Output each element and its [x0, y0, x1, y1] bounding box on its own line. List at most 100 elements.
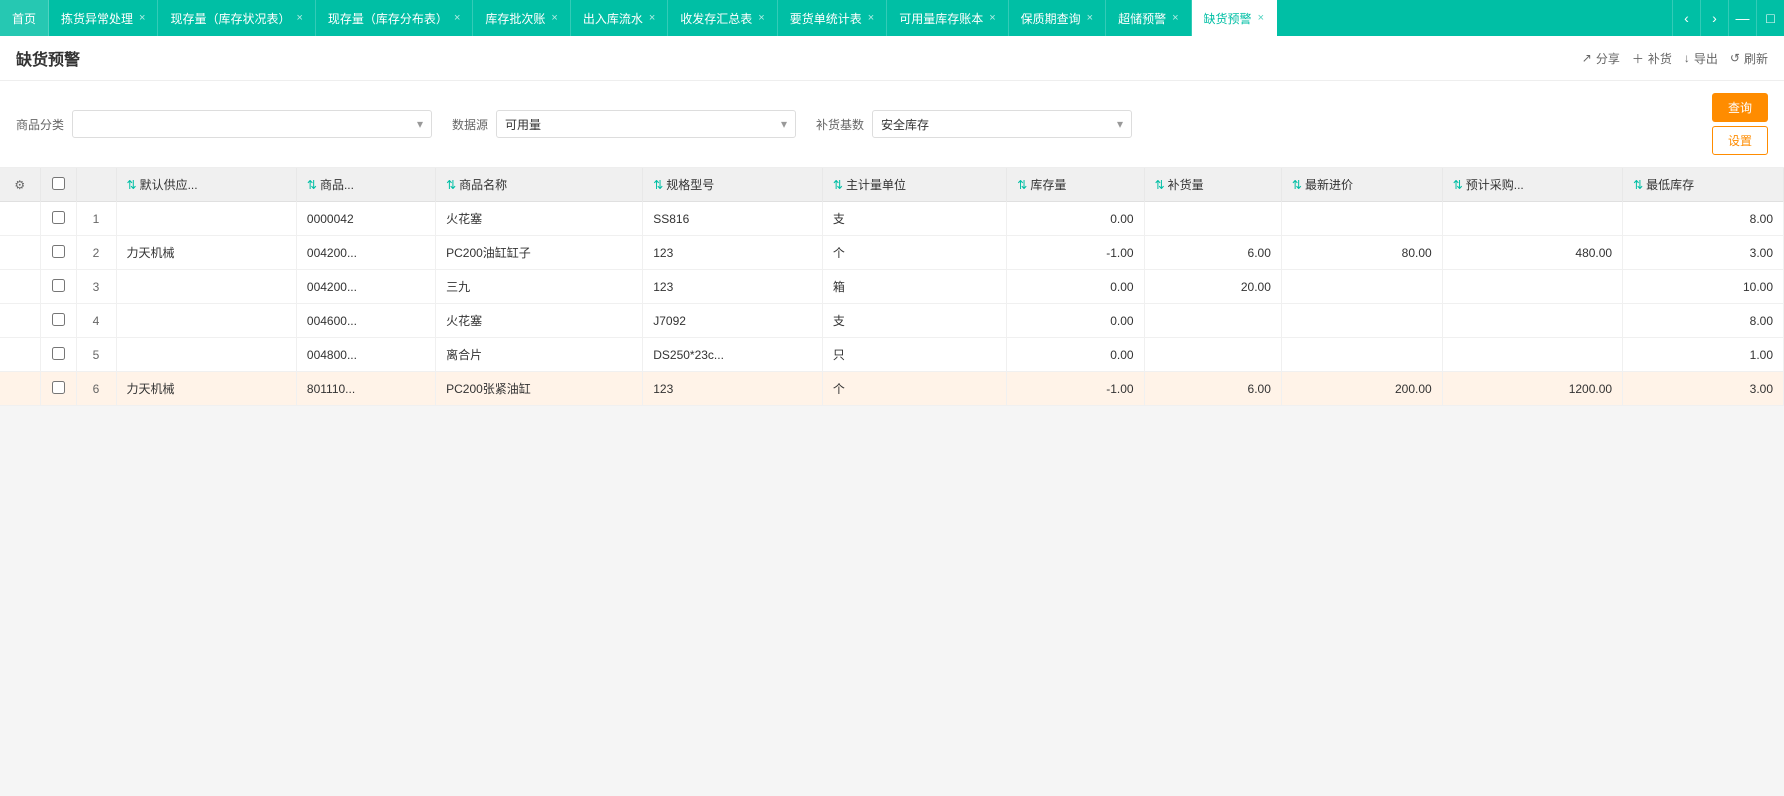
th-index	[76, 168, 116, 202]
refresh-icon: ↺	[1730, 51, 1740, 65]
row-check-1[interactable]	[52, 245, 65, 258]
cell-supplier-5: 力天机械	[116, 372, 296, 406]
row-settings-2	[0, 270, 40, 304]
tab-close-icon-11[interactable]: ×	[1258, 12, 1264, 24]
top-navigation: 首页拣货异常处理×现存量（库存状况表）×现存量（库存分布表）×库存批次账×出入库…	[0, 0, 1784, 36]
nav-tab-9[interactable]: 保质期查询×	[1009, 0, 1106, 36]
nav-tab-3[interactable]: 现存量（库存分布表）×	[316, 0, 473, 36]
cell-product_name-5: PC200张紧油缸	[436, 372, 643, 406]
cell-stock-5: -1.00	[1007, 372, 1144, 406]
table-row: 2力天机械004200...PC200油缸缸子123个-1.006.0080.0…	[0, 236, 1784, 270]
cell-product_code-1: 004200...	[296, 236, 435, 270]
cell-product_code-4: 004800...	[296, 338, 435, 372]
table-row: 4004600...火花塞J7092支0.008.00	[0, 304, 1784, 338]
cell-spec-3: J7092	[643, 304, 823, 338]
query-button[interactable]: 查询	[1712, 93, 1768, 122]
th-unit[interactable]: ⇅主计量单位	[822, 168, 1006, 202]
nav-prev-button[interactable]: ‹	[1672, 0, 1700, 36]
th-supplier[interactable]: ⇅默认供应...	[116, 168, 296, 202]
tab-close-icon-6[interactable]: ×	[758, 12, 764, 24]
th-spec[interactable]: ⇅规格型号	[643, 168, 823, 202]
th-est_purchase[interactable]: ⇅预计采购...	[1442, 168, 1622, 202]
cell-stock-4: 0.00	[1007, 338, 1144, 372]
settings-button[interactable]: 设置	[1712, 126, 1768, 155]
tab-close-icon-3[interactable]: ×	[454, 12, 460, 24]
category-select[interactable]: ▾	[72, 110, 432, 138]
th-min_stock[interactable]: ⇅最低库存	[1623, 168, 1784, 202]
nav-tab-7[interactable]: 要货单统计表×	[778, 0, 887, 36]
refresh-button[interactable]: ↺ 刷新	[1730, 50, 1768, 67]
tab-close-icon-7[interactable]: ×	[868, 12, 874, 24]
cell-stock-2: 0.00	[1007, 270, 1144, 304]
filter-actions: 查询 设置	[1712, 93, 1768, 155]
tab-close-icon-5[interactable]: ×	[649, 12, 655, 24]
nav-tab-4[interactable]: 库存批次账×	[473, 0, 570, 36]
nav-tab-1[interactable]: 拣货异常处理×	[49, 0, 158, 36]
nav-next-button[interactable]: ›	[1700, 0, 1728, 36]
cell-product_name-4: 离合片	[436, 338, 643, 372]
nav-tab-10[interactable]: 超储预警×	[1106, 0, 1191, 36]
th-product_name[interactable]: ⇅商品名称	[436, 168, 643, 202]
select-all-checkbox[interactable]	[52, 177, 65, 190]
th-stock[interactable]: ⇅库存量	[1007, 168, 1144, 202]
replenish-base-chevron-icon: ▾	[1117, 117, 1123, 131]
row-checkbox-2	[40, 270, 76, 304]
cell-est_purchase-4	[1442, 338, 1622, 372]
nav-tab-5[interactable]: 出入库流水×	[571, 0, 668, 36]
row-check-4[interactable]	[52, 347, 65, 360]
cell-unit-5: 个	[822, 372, 1006, 406]
tab-close-icon-8[interactable]: ×	[989, 12, 995, 24]
sort-icon: ⇅	[1453, 178, 1463, 192]
th-latest_price[interactable]: ⇅最新进价	[1281, 168, 1442, 202]
cell-est_purchase-1: 480.00	[1442, 236, 1622, 270]
sort-icon: ⇅	[1017, 178, 1027, 192]
cell-est_purchase-3	[1442, 304, 1622, 338]
replenish-base-value: 安全库存	[881, 116, 929, 133]
sort-icon: ⇅	[446, 178, 456, 192]
cell-spec-4: DS250*23c...	[643, 338, 823, 372]
export-icon: ↓	[1684, 51, 1690, 65]
category-filter-group: 商品分类 ▾	[16, 110, 432, 138]
cell-est_purchase-5: 1200.00	[1442, 372, 1622, 406]
row-check-0[interactable]	[52, 211, 65, 224]
datasource-select[interactable]: 可用量 ▾	[496, 110, 796, 138]
category-label: 商品分类	[16, 116, 64, 133]
nav-tab-6[interactable]: 收发存汇总表×	[668, 0, 777, 36]
page-header: 缺货预警 ↗ 分享 ＋ 补货 ↓ 导出 ↺ 刷新	[0, 36, 1784, 81]
tab-close-icon-2[interactable]: ×	[296, 12, 302, 24]
row-settings-5	[0, 372, 40, 406]
share-button[interactable]: ↗ 分享	[1582, 50, 1620, 67]
settings-gear-icon[interactable]: ⚙	[14, 178, 25, 192]
th-replenish[interactable]: ⇅补货量	[1144, 168, 1281, 202]
cell-supplier-1: 力天机械	[116, 236, 296, 270]
cell-stock-3: 0.00	[1007, 304, 1144, 338]
nav-tab-11[interactable]: 缺货预警×	[1192, 0, 1277, 36]
nav-maximize-button[interactable]: □	[1756, 0, 1784, 36]
th-product_code[interactable]: ⇅商品...	[296, 168, 435, 202]
row-check-5[interactable]	[52, 381, 65, 394]
nav-restore-button[interactable]: —	[1728, 0, 1756, 36]
row-check-3[interactable]	[52, 313, 65, 326]
category-chevron-icon: ▾	[417, 117, 423, 131]
data-table: ⚙⇅默认供应...⇅商品...⇅商品名称⇅规格型号⇅主计量单位⇅库存量⇅补货量⇅…	[0, 168, 1784, 406]
cell-replenish-2: 20.00	[1144, 270, 1281, 304]
tab-close-icon-10[interactable]: ×	[1172, 12, 1178, 24]
nav-tab-8[interactable]: 可用量库存账本×	[887, 0, 1008, 36]
export-button[interactable]: ↓ 导出	[1684, 50, 1718, 67]
cell-replenish-5: 6.00	[1144, 372, 1281, 406]
cell-est_purchase-2	[1442, 270, 1622, 304]
nav-tab-2[interactable]: 现存量（库存状况表）×	[158, 0, 315, 36]
tab-close-icon-1[interactable]: ×	[139, 12, 145, 24]
sort-icon: ⇅	[1155, 178, 1165, 192]
tab-close-icon-4[interactable]: ×	[551, 12, 557, 24]
nav-tab-0[interactable]: 首页	[0, 0, 49, 36]
cell-unit-2: 箱	[822, 270, 1006, 304]
replenish-base-select[interactable]: 安全库存 ▾	[872, 110, 1132, 138]
row-index-2: 3	[76, 270, 116, 304]
replenish-button[interactable]: ＋ 补货	[1632, 50, 1672, 67]
row-index-1: 2	[76, 236, 116, 270]
tab-close-icon-9[interactable]: ×	[1087, 12, 1093, 24]
nav-arrows: ‹ › — □	[1672, 0, 1784, 36]
main-content: 缺货预警 ↗ 分享 ＋ 补货 ↓ 导出 ↺ 刷新 商品分类	[0, 36, 1784, 406]
row-check-2[interactable]	[52, 279, 65, 292]
